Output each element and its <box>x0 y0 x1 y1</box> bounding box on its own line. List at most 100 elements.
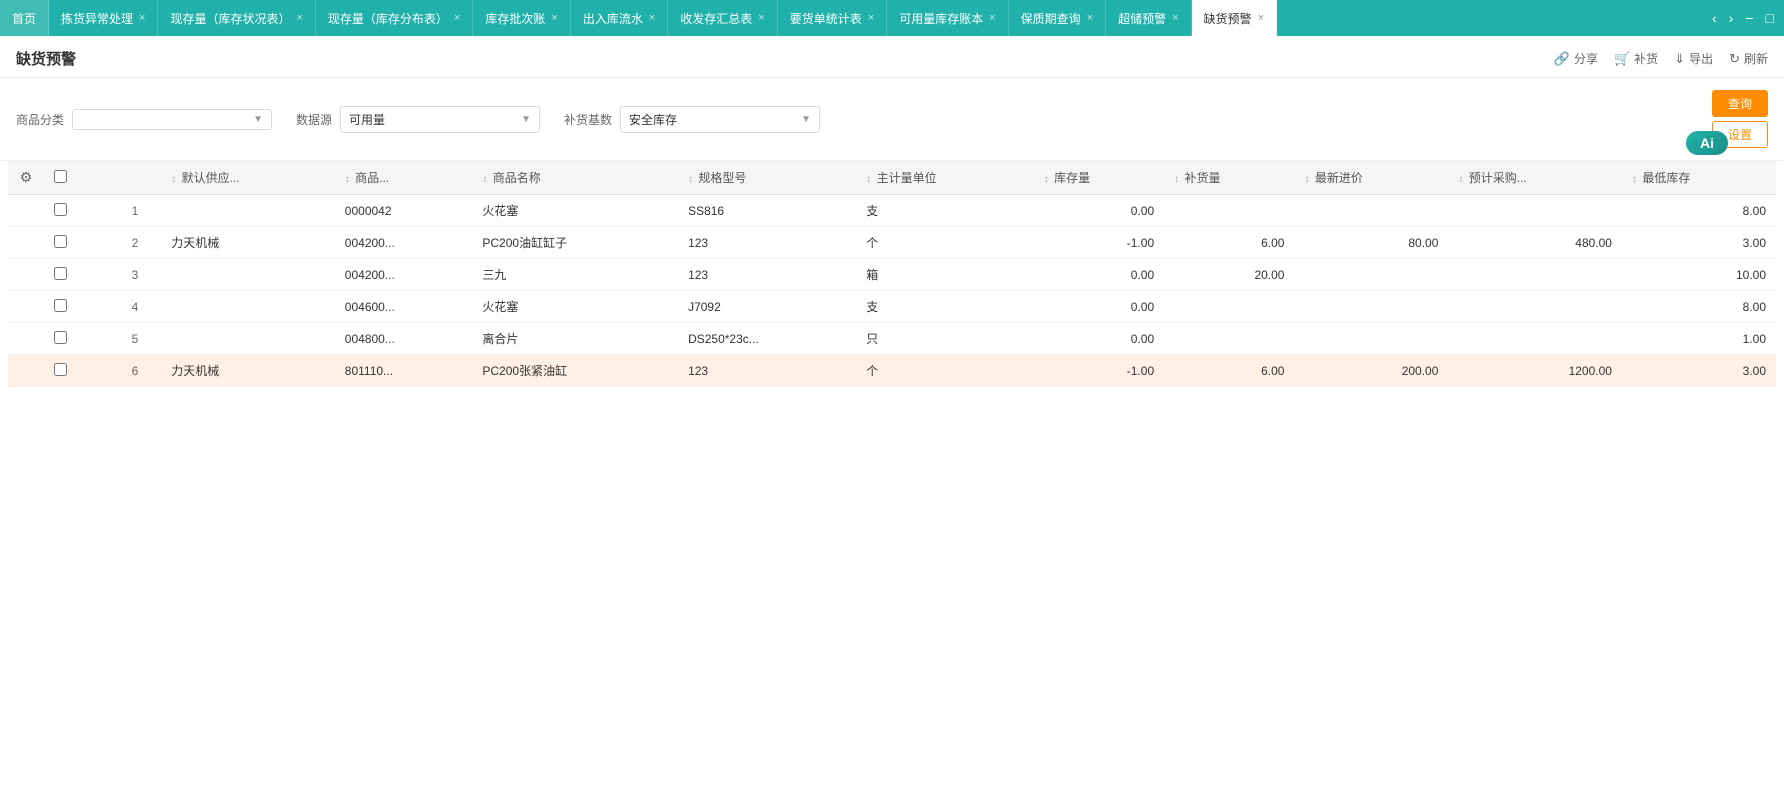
th-min-stock[interactable]: ↕ 最低库存 <box>1622 161 1776 195</box>
tab-available[interactable]: 可用量库存账本× <box>887 0 1008 36</box>
tab-close-overstock[interactable]: × <box>1172 12 1178 24</box>
td-spec: J7092 <box>678 291 856 323</box>
td-stock: 0.00 <box>1034 323 1164 355</box>
td-restock: 20.00 <box>1164 259 1294 291</box>
th-unit[interactable]: ↕ 主计量单位 <box>856 161 1034 195</box>
td-spec: 123 <box>678 227 856 259</box>
table-row: 2 力天机械 004200... PC200油缸缸子 123 个 -1.00 6… <box>8 227 1776 259</box>
export-button[interactable]: ⇓ 导出 <box>1674 50 1713 67</box>
row-checkbox[interactable] <box>54 267 67 280</box>
table-body: 1 0000042 火花塞 SS816 支 0.00 8.00 2 力天机械 0… <box>8 195 1776 387</box>
gear-settings-btn[interactable]: ⚙ <box>20 169 33 186</box>
datasource-label: 数据源 <box>296 111 332 128</box>
td-latest-price <box>1294 195 1448 227</box>
tab-minimize-btn[interactable]: − <box>1739 0 1759 36</box>
td-code: 004800... <box>335 323 473 355</box>
td-min-stock: 3.00 <box>1622 355 1776 387</box>
datasource-select[interactable]: 可用量 ▼ <box>340 106 540 133</box>
select-all-checkbox[interactable] <box>54 170 67 183</box>
td-unit: 个 <box>856 227 1034 259</box>
sort-icon: ↕ <box>688 174 693 185</box>
th-spec[interactable]: ↕ 规格型号 <box>678 161 856 195</box>
td-unit: 个 <box>856 355 1034 387</box>
tab-close-available[interactable]: × <box>989 12 995 24</box>
td-spec: 123 <box>678 355 856 387</box>
tab-expiry[interactable]: 保质期查询× <box>1009 0 1106 36</box>
restock-basis-filter: 补货基数 安全库存 ▼ <box>564 106 820 133</box>
td-latest-price: 80.00 <box>1294 227 1448 259</box>
td-checkbox <box>44 195 109 227</box>
category-filter: 商品分类 ▼ <box>16 109 272 130</box>
tab-next-btn[interactable]: › <box>1723 0 1740 36</box>
row-checkbox[interactable] <box>54 235 67 248</box>
tab-shortage[interactable]: 缺货预警× <box>1192 0 1277 36</box>
td-checkbox <box>44 355 109 387</box>
tab-flow[interactable]: 出入库流水× <box>571 0 668 36</box>
th-supplier[interactable]: ↕ 默认供应... <box>161 161 335 195</box>
tab-close-expiry[interactable]: × <box>1087 12 1093 24</box>
th-code[interactable]: ↕ 商品... <box>335 161 473 195</box>
page-title: 缺货预警 <box>16 48 76 69</box>
row-checkbox[interactable] <box>54 203 67 216</box>
data-table: ⚙ ↕ 默认供应... ↕ 商品... ↕ <box>8 161 1776 387</box>
tab-close-exc[interactable]: × <box>139 12 145 24</box>
th-latest-price[interactable]: ↕ 最新进价 <box>1294 161 1448 195</box>
tab-demand[interactable]: 要货单统计表× <box>778 0 887 36</box>
th-restock[interactable]: ↕ 补货量 <box>1164 161 1294 195</box>
tab-inv1[interactable]: 现存量（库存状况表）× <box>158 0 315 36</box>
td-unit: 支 <box>856 291 1034 323</box>
td-checkbox <box>44 259 109 291</box>
row-checkbox[interactable] <box>54 299 67 312</box>
td-num: 5 <box>109 323 161 355</box>
tab-inv2[interactable]: 现存量（库存分布表）× <box>316 0 473 36</box>
tab-close-collect[interactable]: × <box>758 12 764 24</box>
refresh-button[interactable]: ↻ 刷新 <box>1729 50 1768 67</box>
tab-overstock[interactable]: 超储预警× <box>1106 0 1191 36</box>
th-gear: ⚙ <box>8 161 44 195</box>
share-button[interactable]: 🔗 分享 <box>1554 50 1598 67</box>
sort-icon: ↕ <box>1632 174 1637 185</box>
td-latest-price: 200.00 <box>1294 355 1448 387</box>
category-select[interactable]: ▼ <box>72 109 272 130</box>
tab-close-batch[interactable]: × <box>551 12 557 24</box>
tab-close-inv2[interactable]: × <box>454 12 460 24</box>
td-code: 0000042 <box>335 195 473 227</box>
td-stock: 0.00 <box>1034 259 1164 291</box>
th-stock[interactable]: ↕ 库存量 <box>1034 161 1164 195</box>
td-stock: 0.00 <box>1034 291 1164 323</box>
sort-icon: ↕ <box>1174 174 1179 185</box>
table-header: ⚙ ↕ 默认供应... ↕ 商品... ↕ <box>8 161 1776 195</box>
tab-exc[interactable]: 拣货异常处理× <box>49 0 158 36</box>
td-latest-price <box>1294 259 1448 291</box>
restock-button[interactable]: 🛒 补货 <box>1614 50 1658 67</box>
tab-batch[interactable]: 库存批次账× <box>473 0 570 36</box>
td-unit: 支 <box>856 195 1034 227</box>
tab-close-demand[interactable]: × <box>868 12 874 24</box>
td-num: 4 <box>109 291 161 323</box>
td-est-purchase <box>1448 195 1622 227</box>
th-name[interactable]: ↕ 商品名称 <box>472 161 678 195</box>
query-button[interactable]: 查询 <box>1712 90 1768 117</box>
td-checkbox <box>44 323 109 355</box>
tab-prev-btn[interactable]: ‹ <box>1706 0 1723 36</box>
td-name: PC200张紧油缸 <box>472 355 678 387</box>
datasource-select-value: 可用量 <box>349 111 521 128</box>
tab-close-shortage[interactable]: × <box>1258 12 1264 24</box>
td-code: 801110... <box>335 355 473 387</box>
td-code: 004200... <box>335 259 473 291</box>
th-est-purchase[interactable]: ↕ 预计采购... <box>1448 161 1622 195</box>
tab-close-flow[interactable]: × <box>649 12 655 24</box>
restock-basis-select[interactable]: 安全库存 ▼ <box>620 106 820 133</box>
main-content: 缺货预警 🔗 分享 🛒 补货 ⇓ 导出 ↻ 刷新 商品分类 <box>0 36 1784 796</box>
category-chevron-icon: ▼ <box>253 114 263 125</box>
tab-home[interactable]: 首页 <box>0 0 49 36</box>
tab-close-inv1[interactable]: × <box>296 12 302 24</box>
tab-collect[interactable]: 收发存汇总表× <box>668 0 777 36</box>
row-checkbox[interactable] <box>54 331 67 344</box>
row-checkbox[interactable] <box>54 363 67 376</box>
ai-badge[interactable]: Ai <box>1686 131 1728 155</box>
td-est-purchase <box>1448 291 1622 323</box>
tab-maximize-btn[interactable]: □ <box>1760 0 1780 36</box>
td-gear <box>8 195 44 227</box>
refresh-icon: ↻ <box>1729 51 1740 67</box>
